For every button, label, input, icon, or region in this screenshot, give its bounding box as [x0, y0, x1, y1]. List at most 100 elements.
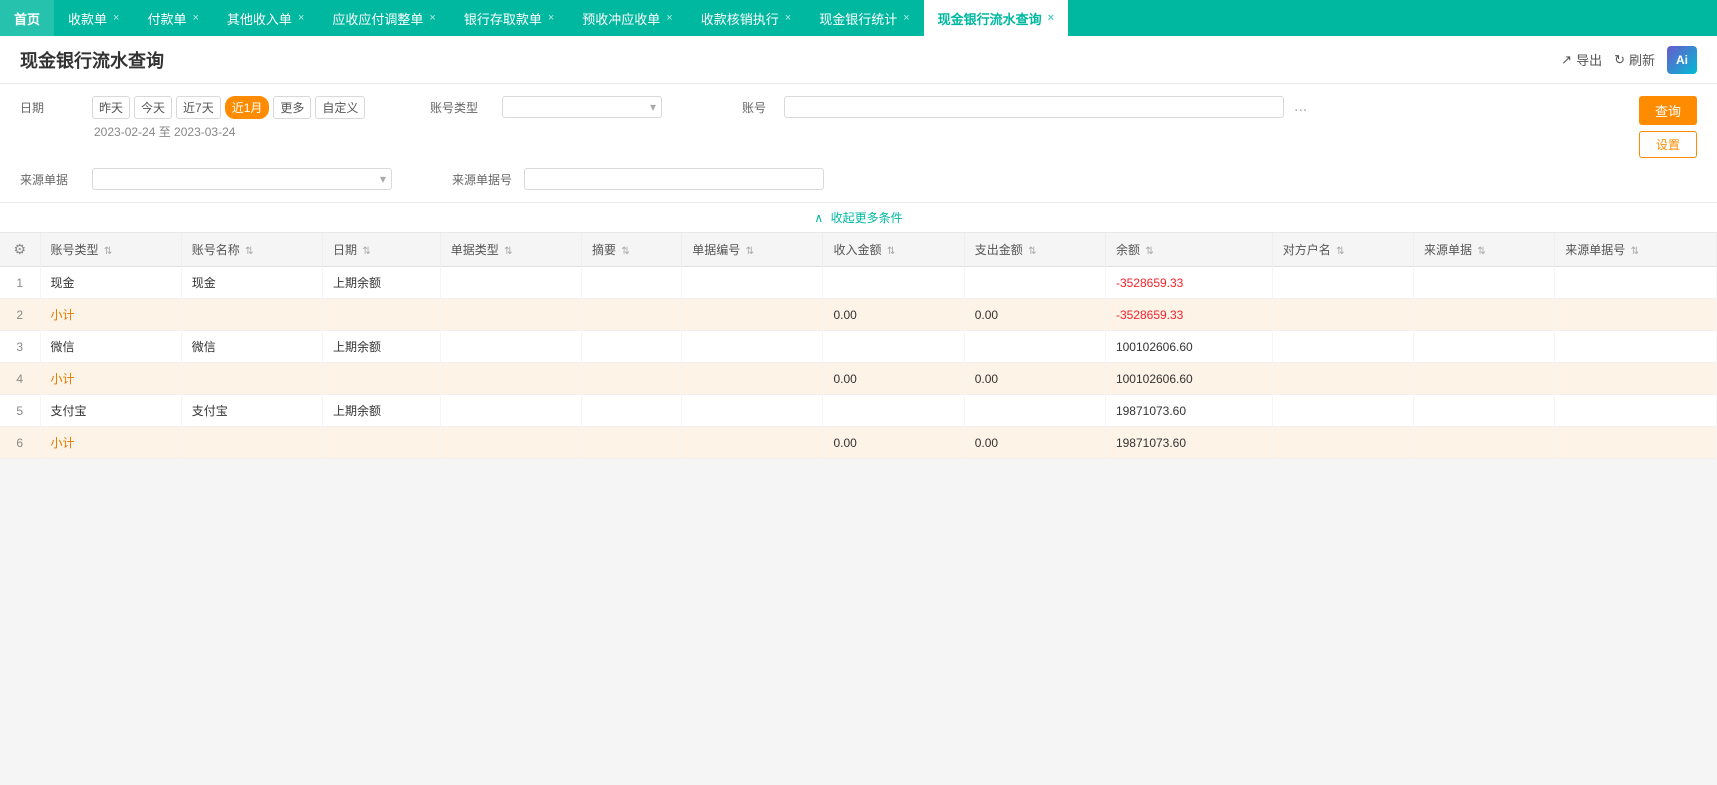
- date-more[interactable]: 更多: [273, 96, 311, 119]
- refresh-button[interactable]: ↻ 刷新: [1614, 50, 1655, 69]
- cell-expense: [964, 267, 1105, 299]
- date-7days[interactable]: 近7天: [176, 96, 221, 119]
- date-1month[interactable]: 近1月: [225, 96, 270, 119]
- close-prepay-icon[interactable]: ×: [666, 12, 672, 24]
- refresh-icon: ↻: [1614, 52, 1625, 68]
- close-ar-ap-icon[interactable]: ×: [429, 12, 435, 24]
- cell-expense: [964, 331, 1105, 363]
- nav-payment[interactable]: 付款单 ×: [133, 0, 212, 36]
- table-header-row: ⚙ 账号类型 ⇅ 账号名称 ⇅ 日期 ⇅ 单据类型 ⇅: [0, 233, 1717, 267]
- cell-account-type: 微信: [40, 331, 181, 363]
- col-source-doc[interactable]: 来源单据 ⇅: [1414, 233, 1555, 267]
- cell-account-name: [181, 299, 322, 331]
- cell-doc-type: [440, 395, 581, 427]
- col-date[interactable]: 日期 ⇅: [322, 233, 440, 267]
- col-income[interactable]: 收入金额 ⇅: [823, 233, 964, 267]
- cell-index: 3: [0, 331, 40, 363]
- col-doc-no[interactable]: 单据编号 ⇅: [682, 233, 823, 267]
- close-bank-icon[interactable]: ×: [548, 12, 554, 24]
- close-receipt-icon[interactable]: ×: [113, 12, 119, 24]
- cell-balance: 100102606.60: [1105, 331, 1272, 363]
- account-label: 账号: [742, 99, 772, 116]
- nav-cash-stats[interactable]: 现金银行统计 ×: [805, 0, 923, 36]
- table-row: 1 现金 现金 上期余额 -3528659.33: [0, 267, 1717, 299]
- cell-summary: [581, 363, 681, 395]
- export-button[interactable]: ↗ 导出: [1561, 50, 1602, 69]
- cell-income: [823, 267, 964, 299]
- cell-income: 0.00: [823, 299, 964, 331]
- cell-balance: -3528659.33: [1105, 299, 1272, 331]
- nav-home[interactable]: 首页: [0, 0, 54, 36]
- page-title: 现金银行流水查询: [20, 47, 164, 73]
- col-account-type[interactable]: 账号类型 ⇅: [40, 233, 181, 267]
- cell-balance: 19871073.60: [1105, 395, 1272, 427]
- account-type-select[interactable]: [502, 96, 662, 118]
- account-input[interactable]: [784, 96, 1284, 118]
- close-other-income-icon[interactable]: ×: [298, 12, 304, 24]
- cell-index: 4: [0, 363, 40, 395]
- ai-button[interactable]: Ai: [1667, 46, 1697, 74]
- nav-other-income[interactable]: 其他收入单 ×: [213, 0, 318, 36]
- cell-doc-type: [440, 299, 581, 331]
- nav-ar-ap-adjust[interactable]: 应收应付调整单 ×: [318, 0, 449, 36]
- cell-account-name: 现金: [181, 267, 322, 299]
- cell-doc-no: [682, 267, 823, 299]
- cell-summary: [581, 331, 681, 363]
- cell-income: [823, 395, 964, 427]
- col-balance[interactable]: 余额 ⇅: [1105, 233, 1272, 267]
- cell-date: [322, 299, 440, 331]
- table-row: 5 支付宝 支付宝 上期余额 19871073.60: [0, 395, 1717, 427]
- query-button[interactable]: 查询: [1639, 96, 1697, 125]
- date-buttons: 昨天 今天 近7天 近1月 更多 自定义: [92, 96, 365, 119]
- nav-writeoff[interactable]: 收款核销执行 ×: [687, 0, 805, 36]
- col-source-doc-no[interactable]: 来源单据号 ⇅: [1555, 233, 1717, 267]
- col-expense[interactable]: 支出金额 ⇅: [964, 233, 1105, 267]
- cell-income: [823, 331, 964, 363]
- date-yesterday[interactable]: 昨天: [92, 96, 130, 119]
- close-payment-icon[interactable]: ×: [192, 12, 198, 24]
- nav-bank-deposit[interactable]: 银行存取款单 ×: [450, 0, 568, 36]
- date-range-display: 2023-02-24 至 2023-03-24: [94, 125, 235, 139]
- data-table: ⚙ 账号类型 ⇅ 账号名称 ⇅ 日期 ⇅ 单据类型 ⇅: [0, 233, 1717, 459]
- cell-doc-type: [440, 331, 581, 363]
- collapse-icon: ∧: [814, 211, 823, 225]
- sort-income-icon: ⇅: [887, 246, 895, 257]
- col-settings[interactable]: ⚙: [0, 233, 40, 267]
- header-actions: ↗ 导出 ↻ 刷新 Ai: [1561, 46, 1697, 74]
- nav-receipt[interactable]: 收款单 ×: [54, 0, 133, 36]
- cell-date: [322, 427, 440, 459]
- nav-cash-flow[interactable]: 现金银行流水查询 ×: [924, 0, 1068, 36]
- close-writeoff-icon[interactable]: ×: [785, 12, 791, 24]
- nav-prepay[interactable]: 预收冲应收单 ×: [568, 0, 686, 36]
- close-cash-flow-icon[interactable]: ×: [1048, 12, 1054, 24]
- cell-account-name: [181, 363, 322, 395]
- account-dots[interactable]: ...: [1294, 98, 1307, 116]
- cell-account-type: 现金: [40, 267, 181, 299]
- date-today[interactable]: 今天: [134, 96, 172, 119]
- source-doc-no-label: 来源单据号: [452, 171, 512, 188]
- cell-counterparty: [1272, 299, 1413, 331]
- cell-counterparty: [1272, 267, 1413, 299]
- sort-doc-no-icon: ⇅: [746, 246, 754, 257]
- cell-summary: [581, 395, 681, 427]
- col-account-name[interactable]: 账号名称 ⇅: [181, 233, 322, 267]
- cell-doc-no: [682, 363, 823, 395]
- sort-source-doc-no-icon: ⇅: [1631, 246, 1639, 257]
- source-doc-no-input[interactable]: [524, 168, 824, 190]
- col-summary[interactable]: 摘要 ⇅: [581, 233, 681, 267]
- col-counterparty[interactable]: 对方户名 ⇅: [1272, 233, 1413, 267]
- date-custom[interactable]: 自定义: [315, 96, 365, 119]
- cell-counterparty: [1272, 427, 1413, 459]
- cell-expense: 0.00: [964, 427, 1105, 459]
- settings-button[interactable]: 设置: [1639, 131, 1697, 158]
- col-doc-type[interactable]: 单据类型 ⇅: [440, 233, 581, 267]
- cell-index: 2: [0, 299, 40, 331]
- source-doc-select[interactable]: [92, 168, 392, 190]
- cell-source-doc-no: [1555, 427, 1717, 459]
- cell-source-doc: [1414, 395, 1555, 427]
- cell-date: 上期余额: [322, 395, 440, 427]
- cell-expense: [964, 395, 1105, 427]
- close-cash-stats-icon[interactable]: ×: [903, 12, 909, 24]
- collapse-filters-bar[interactable]: ∧ 收起更多条件: [0, 203, 1717, 233]
- column-settings-icon[interactable]: ⚙: [13, 241, 26, 257]
